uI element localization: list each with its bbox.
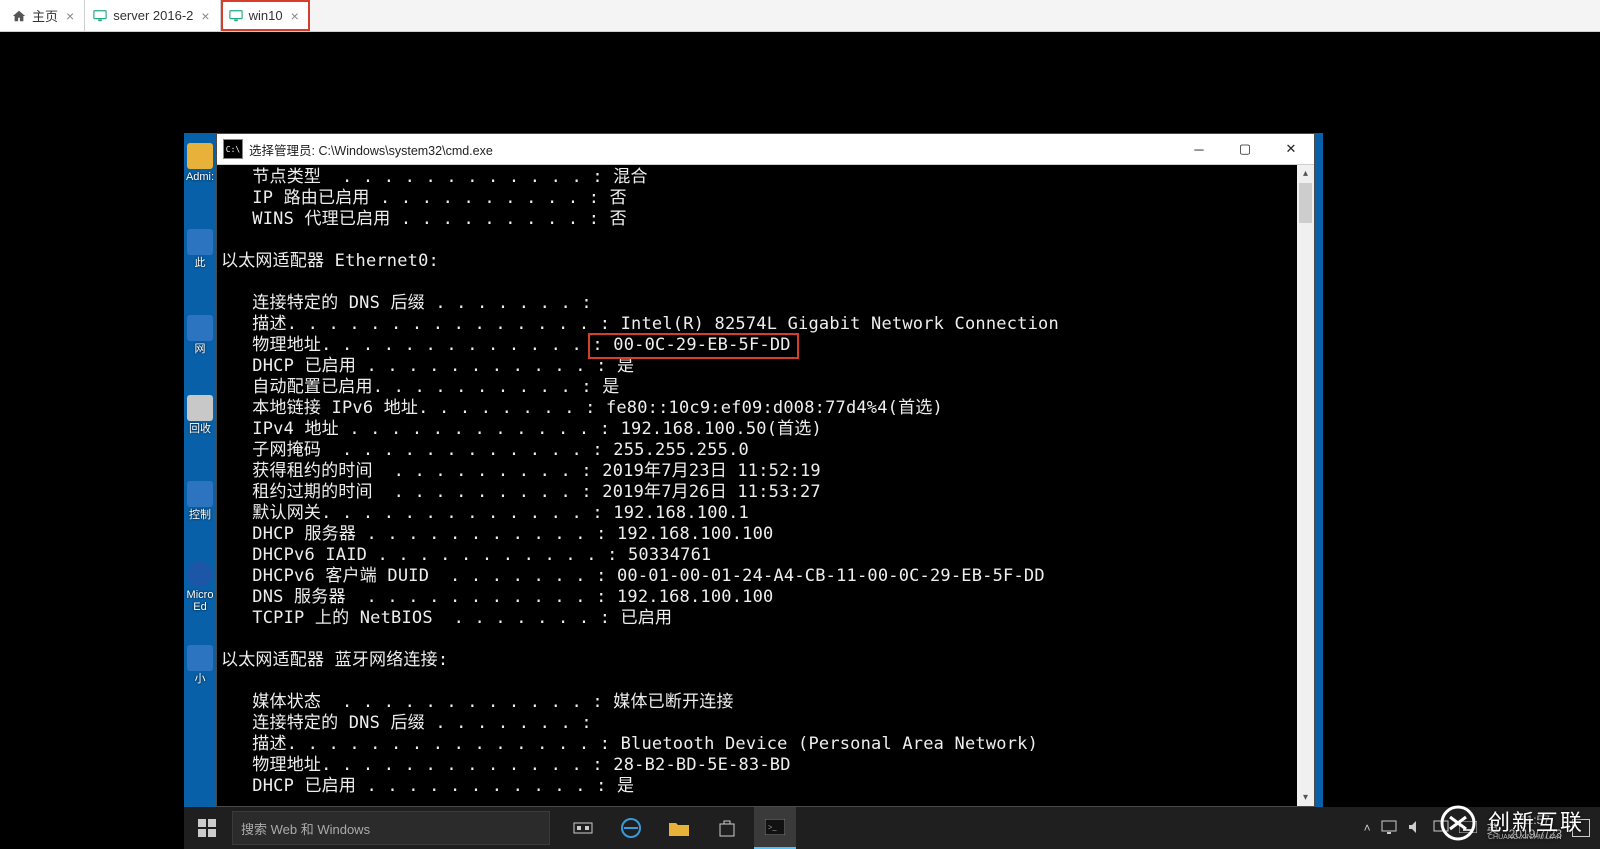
scroll-up-button[interactable]: ▴ [1297,165,1314,182]
app-icon [187,645,213,671]
cmd-window: C:\ 选择管理员: C:\Windows\system32\cmd.exe ─… [216,133,1315,807]
windows-icon [198,819,216,837]
network-icon [187,315,213,341]
pc-icon [187,229,213,255]
close-icon[interactable]: × [199,9,211,23]
tray-network-icon[interactable] [1381,820,1397,837]
window-controls: ─ ▢ ✕ [1176,134,1314,164]
monitor-icon [229,9,243,23]
guest-taskbar: 搜索 Web 和 Windows >_ [184,807,1600,849]
cmd-icon: C:\ [223,139,243,159]
desktop-icon-control-panel[interactable]: 控制 [184,481,216,521]
minimize-button[interactable]: ─ [1176,134,1222,164]
tray-overflow-button[interactable]: ˄ [1364,821,1371,835]
scroll-down-button[interactable]: ▾ [1297,789,1314,806]
desktop-icon-label: Ed [193,601,206,613]
desktop-icon-network[interactable]: 网 [184,315,216,355]
cmd-scrollbar[interactable]: ▴ ▾ [1297,165,1314,806]
vm-tab-home[interactable]: 主页 × [0,0,85,31]
desktop-icon-label: 控制 [189,509,211,521]
desktop-icon-label: 此 [195,257,206,269]
taskbar-edge-button[interactable] [610,807,652,849]
host-black-area: Admi: 此 网 回收 控制 Micro Ed [0,33,1600,849]
close-icon[interactable]: × [289,9,301,23]
watermark-logo-icon [1438,803,1478,843]
desktop-icon-label: Micro [187,589,214,601]
watermark: 创新互联 CHUANG.XIN.HU.LIAN [1438,803,1584,843]
cmd-title: 选择管理员: C:\Windows\system32\cmd.exe [249,140,1176,159]
vm-tab-server-label: server 2016-2 [113,8,193,23]
guest-wallpaper-left-strip: Admi: 此 网 回收 控制 Micro Ed [184,133,216,849]
desktop-icon-edge[interactable]: Micro Ed [184,561,216,613]
desktop-icon-this-pc[interactable]: 此 [184,229,216,269]
monitor-icon [93,9,107,23]
folder-icon [187,143,213,169]
taskbar-search-input[interactable]: 搜索 Web 和 Windows [232,811,550,845]
desktop-icon-user-folder[interactable]: Admi: [184,143,216,183]
watermark-subtext: CHUANG.XIN.HU.LIAN [1488,834,1584,841]
cmd-titlebar[interactable]: C:\ 选择管理员: C:\Windows\system32\cmd.exe ─… [217,134,1314,165]
cmd-mac-address: : 00-0C-29-EB-5F-DD [592,335,790,355]
desktop-icon-label: 网 [195,343,206,355]
desktop-icon-label: 回收 [189,423,211,435]
control-panel-icon [187,481,213,507]
edge-icon [187,561,213,587]
close-button[interactable]: ✕ [1268,134,1314,164]
close-icon[interactable]: × [64,9,76,23]
start-button[interactable] [184,807,230,849]
tray-volume-icon[interactable] [1407,820,1423,837]
desktop-icon-app[interactable]: 小 [184,645,216,685]
vm-tab-strip: 主页 × server 2016-2 × win10 × [0,0,1600,32]
desktop-icon-label: 小 [195,673,206,685]
taskbar-search-placeholder: 搜索 Web 和 Windows [241,819,370,838]
taskview-button[interactable] [562,807,604,849]
vm-tab-home-label: 主页 [32,6,58,25]
cmd-output[interactable]: 节点类型 . . . . . . . . . . . . : 混合 IP 路由已… [217,165,1297,806]
svg-text:>_: >_ [768,823,778,832]
scroll-thumb[interactable] [1299,183,1312,223]
desktop-icon-label: Admi: [186,171,214,183]
home-icon [12,9,26,23]
desktop-icon-recycle-bin[interactable]: 回收 [184,395,216,435]
taskbar-cmd-button[interactable]: >_ [754,807,796,849]
guest-wallpaper-right-strip [1315,133,1323,807]
taskbar-store-button[interactable] [706,807,748,849]
vm-tab-server2016-2[interactable]: server 2016-2 × [85,0,220,31]
guest-viewport: Admi: 此 网 回收 控制 Micro Ed [184,133,1600,849]
watermark-text: 创新互联 [1488,810,1584,835]
trash-icon [187,395,213,421]
vm-tab-win10-label: win10 [249,8,283,23]
maximize-button[interactable]: ▢ [1222,134,1268,164]
vm-tab-win10[interactable]: win10 × [221,0,310,31]
taskbar-explorer-button[interactable] [658,807,700,849]
